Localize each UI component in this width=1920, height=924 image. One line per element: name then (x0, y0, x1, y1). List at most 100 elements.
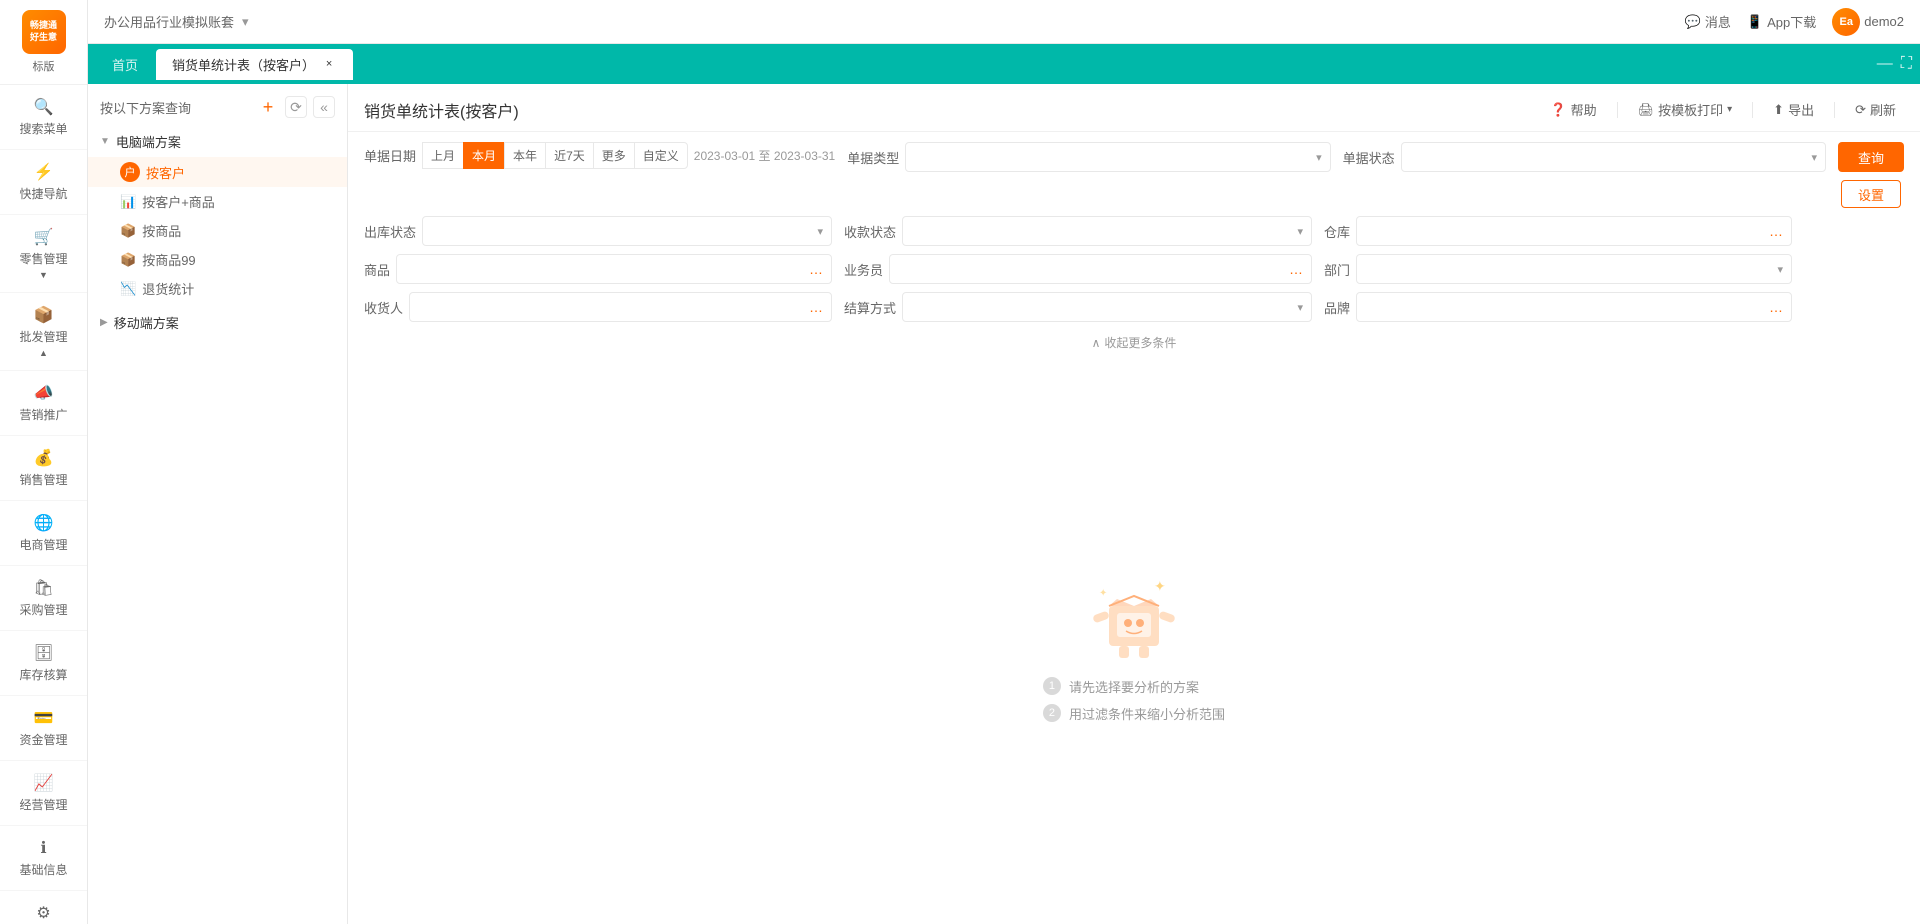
message-icon: 💬 (1685, 14, 1701, 30)
tree-item-returns[interactable]: 📉 退货统计 (88, 274, 347, 303)
sidebar-item-operation[interactable]: 📈 经营管理 (0, 761, 87, 826)
outbound-filter: 出库状态 ▾ (364, 216, 832, 246)
sidebar-item-system[interactable]: ⚙ 系统管理 (0, 891, 87, 924)
tree-group-desktop-label: 电脑端方案 (116, 132, 181, 151)
divider3 (1834, 102, 1835, 118)
outbound-input[interactable]: ▾ (422, 216, 832, 246)
receiver-dots: … (809, 299, 823, 315)
tree-item-by-goods[interactable]: 📦 按商品 (88, 216, 347, 245)
payment-label: 收款状态 (844, 222, 896, 241)
brand-dots: … (1769, 299, 1783, 315)
print-btn[interactable]: 🖨 按模板打印 ▾ (1630, 96, 1741, 123)
tree-item-by-customer[interactable]: 户 按客户 (88, 157, 347, 187)
customer-goods-icon: 📊 (120, 194, 136, 210)
print-icon: 🖨 (1638, 102, 1655, 118)
tab-home[interactable]: 首页 (96, 49, 154, 80)
date-tab-this-month[interactable]: 本月 (463, 142, 504, 169)
basic-icon: ℹ (40, 838, 46, 858)
sidebar-item-marketing[interactable]: 📣 营销推广 (0, 371, 87, 436)
department-filter: 部门 ▾ (1324, 254, 1792, 284)
shortcut-icon: ⚡ (34, 162, 54, 182)
date-tab-custom[interactable]: 自定义 (634, 142, 688, 169)
header-right: 💬 消息 📱 App下载 Ea demo2 (1685, 8, 1904, 36)
date-tab-this-year[interactable]: 本年 (504, 142, 545, 169)
order-type-input[interactable]: ▾ (905, 142, 1330, 172)
department-input[interactable]: ▾ (1356, 254, 1792, 284)
sidebar-item-purchase[interactable]: 🛍 采购管理 (0, 566, 87, 631)
refresh-scheme-btn[interactable]: ⟳ (285, 96, 307, 118)
sidebar-item-finance[interactable]: 💳 资金管理 (0, 696, 87, 761)
export-icon: ⬆ (1773, 102, 1784, 118)
sidebar-item-inventory[interactable]: 🗄 库存核算 (0, 631, 87, 696)
receiver-filter: 收货人 … (364, 292, 832, 322)
logo[interactable]: 畅捷通好生意 标版 (0, 0, 87, 85)
outbound-chevron: ▾ (817, 225, 823, 238)
sidebar-item-basic[interactable]: ℹ 基础信息 (0, 826, 87, 891)
collapse-label: 收起更多条件 (1104, 334, 1176, 351)
goods99-icon: 📦 (120, 252, 136, 268)
sidebar-item-sales[interactable]: 💰 销售管理 (0, 436, 87, 501)
filter-row-2: 出库状态 ▾ 收款状态 ▾ 仓库 … (348, 208, 1920, 246)
left-panel-actions: + ⟳ « (257, 96, 335, 118)
sidebar-item-shortcut[interactable]: ⚡ 快捷导航 (0, 150, 87, 215)
sidebar-item-wholesale[interactable]: 📦 批发管理 ▲ (0, 293, 87, 371)
tree-item-by-customer-goods[interactable]: 📊 按客户+商品 (88, 187, 347, 216)
content-area: 按以下方案查询 + ⟳ « ▼ 电脑端方案 户 按客户 📊 按客户+商品 (88, 84, 1920, 924)
help-btn[interactable]: ❓ 帮助 (1542, 96, 1604, 123)
settlement-input[interactable]: ▾ (902, 292, 1312, 322)
date-tab-more[interactable]: 更多 (593, 142, 634, 169)
department-label: 部门 (1324, 260, 1350, 279)
export-btn[interactable]: ⬆ 导出 (1765, 96, 1822, 123)
minimize-btn[interactable]: — (1877, 55, 1893, 73)
tree-group-mobile[interactable]: ▶ 移动端方案 (88, 307, 347, 338)
page-title: 销货单统计表(按客户) (364, 98, 519, 122)
payment-input[interactable]: ▾ (902, 216, 1312, 246)
user-name: demo2 (1864, 14, 1904, 29)
add-scheme-btn[interactable]: + (257, 96, 279, 118)
goods-input[interactable]: … (396, 254, 832, 284)
warehouse-input[interactable]: … (1356, 216, 1792, 246)
maximize-btn[interactable]: ⛶ (1901, 55, 1912, 73)
order-status-input[interactable]: ▾ (1401, 142, 1826, 172)
message-btn[interactable]: 💬 消息 (1685, 12, 1731, 31)
search-icon: 🔍 (34, 97, 54, 117)
filter-row-3: 商品 … 业务员 … 部门 ▾ (348, 246, 1920, 284)
action-btn-group: 查询 设置 (1838, 142, 1904, 208)
sidebar-item-search[interactable]: 🔍 搜索菜单 (0, 85, 87, 150)
tree-group-desktop[interactable]: ▼ 电脑端方案 (88, 126, 347, 157)
payment-filter: 收款状态 ▾ (844, 216, 1312, 246)
sidebar-item-ecommerce[interactable]: 🌐 电商管理 (0, 501, 87, 566)
finance-icon: 💳 (34, 708, 54, 728)
header-dropdown-icon[interactable]: ▾ (242, 14, 249, 30)
salesperson-input[interactable]: … (889, 254, 1312, 284)
app-download-btn[interactable]: 📱 App下载 (1747, 12, 1816, 31)
date-tab-7days[interactable]: 近7天 (545, 142, 593, 169)
page-title-bar: 销货单统计表(按客户) ❓ 帮助 🖨 按模板打印 ▾ ⬆ (348, 84, 1920, 132)
refresh-btn[interactable]: ⟳ 刷新 (1847, 96, 1904, 123)
tree-item-by-goods99[interactable]: 📦 按商品99 (88, 245, 347, 274)
salesperson-dots: … (1289, 261, 1303, 277)
header-left: 办公用品行业模拟账套 ▾ (104, 12, 249, 31)
collapse-bar[interactable]: ∧ 收起更多条件 (348, 326, 1920, 359)
collapse-panel-btn[interactable]: « (313, 96, 335, 118)
right-panel: 销货单统计表(按客户) ❓ 帮助 🖨 按模板打印 ▾ ⬆ (348, 84, 1920, 924)
date-tab-last-month[interactable]: 上月 (422, 142, 463, 169)
settings-button[interactable]: 设置 (1841, 180, 1901, 208)
svg-text:✦: ✦ (1099, 588, 1107, 599)
empty-tips: 1 请先选择要分析的方案 2 用过滤条件来缩小分析范围 (1043, 677, 1225, 723)
tab-close-btn[interactable]: × (321, 56, 337, 72)
brand-input[interactable]: … (1356, 292, 1792, 322)
marketing-icon: 📣 (34, 383, 54, 403)
outbound-label: 出库状态 (364, 222, 416, 241)
tab-bar: 首页 销货单统计表（按客户） × — ⛶ (88, 44, 1920, 84)
user-menu[interactable]: Ea demo2 (1832, 8, 1904, 36)
sales-icon: 💰 (34, 448, 54, 468)
order-status-chevron: ▾ (1811, 151, 1817, 164)
order-type-filter: 单据类型 ▾ (847, 142, 1330, 172)
department-chevron: ▾ (1777, 263, 1783, 276)
tab-sales-stats[interactable]: 销货单统计表（按客户） × (156, 49, 353, 80)
receiver-input[interactable]: … (409, 292, 832, 322)
sidebar: 畅捷通好生意 标版 🔍 搜索菜单 ⚡ 快捷导航 🛒 零售管理 ▼ 📦 批发管理 … (0, 0, 88, 924)
query-button[interactable]: 查询 (1838, 142, 1904, 172)
sidebar-item-retail[interactable]: 🛒 零售管理 ▼ (0, 215, 87, 293)
